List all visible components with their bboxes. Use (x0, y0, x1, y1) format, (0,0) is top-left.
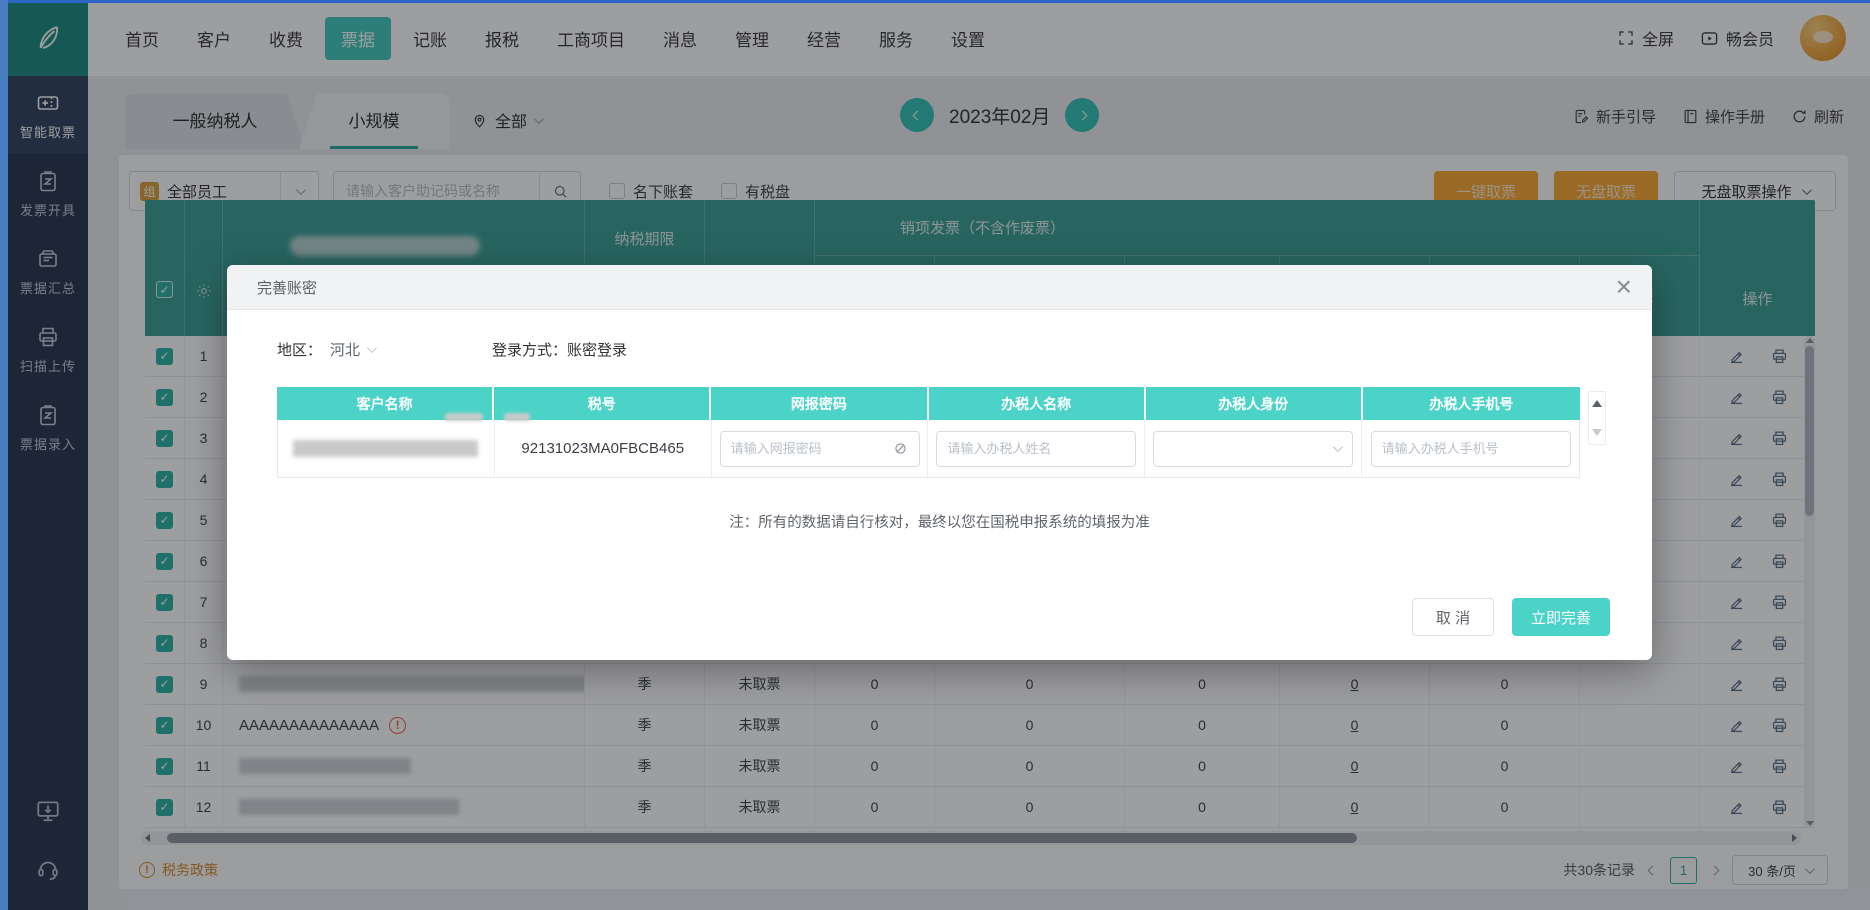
confirm-button[interactable]: 立即完善 (1512, 598, 1610, 636)
credentials-table-row: 92131023MA0FBCB465 (277, 420, 1580, 478)
agent-phone-cell (1362, 420, 1579, 477)
agent-name-input-wrap (936, 430, 1137, 467)
region-label: 地区： (277, 342, 323, 359)
redacted-client-name (293, 440, 479, 457)
agent-name-input[interactable] (947, 441, 1126, 456)
window-top-edge (0, 0, 1870, 3)
chevron-down-icon (1333, 442, 1344, 453)
agent-identity-select[interactable] (1153, 430, 1354, 467)
spinner-up-icon[interactable] (1592, 400, 1602, 407)
client-name-cell (278, 420, 495, 477)
login-method-label: 登录方式： (492, 342, 568, 359)
cancel-button[interactable]: 取 消 (1412, 598, 1494, 636)
agent-phone-input[interactable] (1381, 441, 1560, 456)
col-agent-name: 办税人名称 (929, 387, 1146, 420)
col-agent-identity: 办税人身份 (1146, 387, 1363, 420)
col-web-password: 网报密码 (711, 387, 929, 420)
eye-off-icon[interactable] (892, 440, 909, 457)
dialog-title: 完善账密 (257, 279, 318, 297)
window-left-edge (0, 0, 8, 910)
complete-credentials-dialog: 完善账密 × 地区： 河北 登录方式：账密登录 客户名称 税号 网报密码 办税人… (227, 265, 1652, 660)
redacted-blob (445, 413, 483, 421)
agent-identity-cell (1145, 420, 1363, 477)
chevron-down-icon (366, 343, 377, 354)
login-method-value: 账密登录 (567, 342, 628, 359)
redacted-blob (504, 413, 530, 421)
dialog-header: 完善账密 × (227, 265, 1652, 310)
col-agent-phone: 办税人手机号 (1429, 395, 1514, 412)
tax-number-cell: 92131023MA0FBCB465 (495, 420, 712, 477)
dialog-meta-row: 地区： 河北 登录方式：账密登录 (277, 339, 627, 360)
web-password-cell (712, 420, 929, 477)
agent-phone-input-wrap (1370, 430, 1571, 467)
spinner-down-icon[interactable] (1592, 429, 1602, 436)
agent-name-cell (928, 420, 1146, 477)
close-icon[interactable]: × (1616, 273, 1632, 301)
login-method: 登录方式：账密登录 (492, 339, 627, 360)
region-value-dropdown[interactable]: 河北 (330, 339, 360, 360)
app-root: 首页 客户 收费 票据 记账 报税 工商项目 消息 管理 经营 服务 设置 全屏… (0, 0, 1870, 910)
dialog-buttons: 取 消 立即完善 (1412, 598, 1610, 636)
password-input-wrap (719, 430, 920, 467)
web-password-input[interactable] (730, 441, 892, 456)
dialog-note: 注：所有的数据请自行核对，最终以您在国税申报系统的填报为准 (729, 515, 1150, 531)
row-spinner (1588, 391, 1606, 445)
credentials-table: 客户名称 税号 网报密码 办税人名称 办税人身份 办税人手机号 92131023… (277, 387, 1580, 478)
